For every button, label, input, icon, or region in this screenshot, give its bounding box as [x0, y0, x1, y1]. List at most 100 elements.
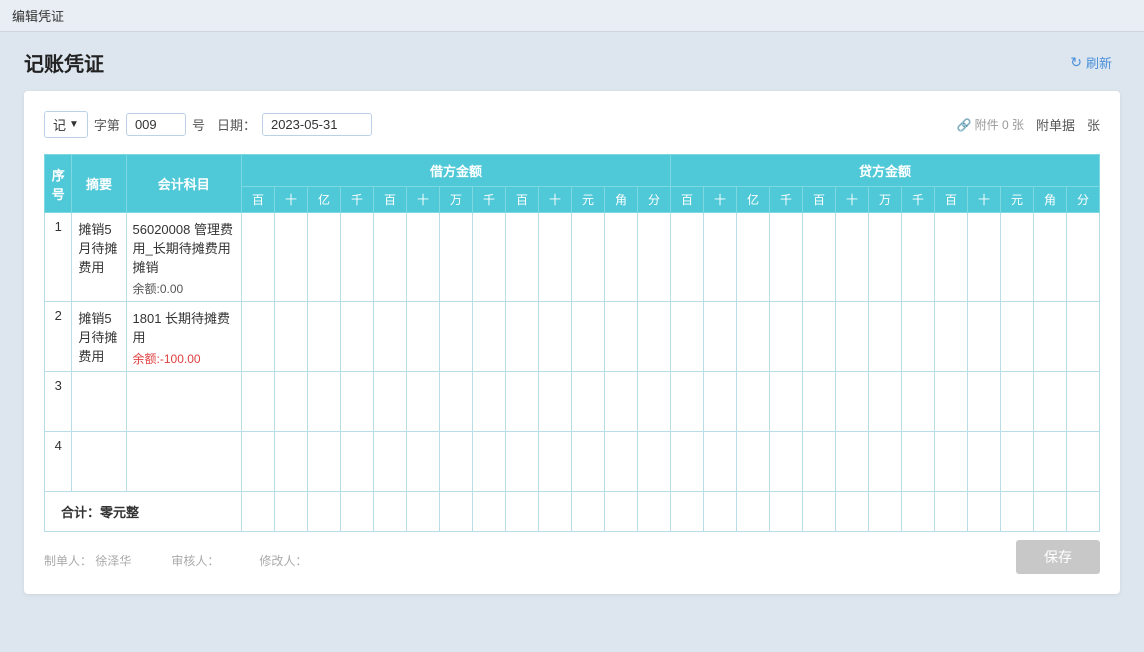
c1[interactable]	[670, 213, 703, 302]
r4c11[interactable]	[1000, 432, 1033, 492]
r4c8[interactable]	[901, 432, 934, 492]
summary-cell[interactable]: 摊销5月待摊费用	[72, 302, 126, 372]
r2c12[interactable]	[1033, 302, 1066, 372]
r2d4[interactable]	[340, 302, 373, 372]
account-cell[interactable]	[126, 372, 241, 432]
r2d1[interactable]	[241, 302, 274, 372]
r2d5[interactable]	[373, 302, 406, 372]
r4d5[interactable]	[373, 432, 406, 492]
attachment-link[interactable]: 🔗 附件 0 张	[957, 116, 1024, 133]
r3d11[interactable]	[571, 372, 604, 432]
number-input[interactable]	[126, 113, 186, 136]
summary-cell[interactable]	[72, 372, 126, 432]
d1[interactable]	[241, 213, 274, 302]
r4d1[interactable]	[241, 432, 274, 492]
d9[interactable]	[505, 213, 538, 302]
r3c2[interactable]	[703, 372, 736, 432]
r4d8[interactable]	[472, 432, 505, 492]
r2c6[interactable]	[835, 302, 868, 372]
r2c3[interactable]	[736, 302, 769, 372]
r4c12[interactable]	[1033, 432, 1066, 492]
r4d6[interactable]	[406, 432, 439, 492]
d4[interactable]	[340, 213, 373, 302]
d3[interactable]	[307, 213, 340, 302]
r4c2[interactable]	[703, 432, 736, 492]
r3c1[interactable]	[670, 372, 703, 432]
r3c3[interactable]	[736, 372, 769, 432]
c8[interactable]	[901, 213, 934, 302]
r2c4[interactable]	[769, 302, 802, 372]
save-button[interactable]: 保存	[1016, 540, 1100, 574]
r2c5[interactable]	[802, 302, 835, 372]
r4c4[interactable]	[769, 432, 802, 492]
r2d3[interactable]	[307, 302, 340, 372]
r4c1[interactable]	[670, 432, 703, 492]
r4c9[interactable]	[934, 432, 967, 492]
r3c6[interactable]	[835, 372, 868, 432]
summary-cell[interactable]: 摊销5月待摊费用	[72, 213, 126, 302]
c10[interactable]	[967, 213, 1000, 302]
r2d11[interactable]	[571, 302, 604, 372]
r3d8[interactable]	[472, 372, 505, 432]
r4d11[interactable]	[571, 432, 604, 492]
r3c12[interactable]	[1033, 372, 1066, 432]
d6[interactable]	[406, 213, 439, 302]
d7[interactable]	[439, 213, 472, 302]
r3d9[interactable]	[505, 372, 538, 432]
r3c9[interactable]	[934, 372, 967, 432]
r4d9[interactable]	[505, 432, 538, 492]
c7[interactable]	[868, 213, 901, 302]
d12[interactable]	[604, 213, 637, 302]
r3d6[interactable]	[406, 372, 439, 432]
r2d12[interactable]	[604, 302, 637, 372]
r4c5[interactable]	[802, 432, 835, 492]
r4d10[interactable]	[538, 432, 571, 492]
r2c10[interactable]	[967, 302, 1000, 372]
r2c8[interactable]	[901, 302, 934, 372]
r3c4[interactable]	[769, 372, 802, 432]
r3d4[interactable]	[340, 372, 373, 432]
r4c7[interactable]	[868, 432, 901, 492]
r3d3[interactable]	[307, 372, 340, 432]
r3c5[interactable]	[802, 372, 835, 432]
r4d3[interactable]	[307, 432, 340, 492]
type-dropdown[interactable]: 记 ▼	[44, 111, 88, 138]
c5[interactable]	[802, 213, 835, 302]
r3d12[interactable]	[604, 372, 637, 432]
c12[interactable]	[1033, 213, 1066, 302]
r2c11[interactable]	[1000, 302, 1033, 372]
r4d2[interactable]	[274, 432, 307, 492]
d11[interactable]	[571, 213, 604, 302]
r3c11[interactable]	[1000, 372, 1033, 432]
d13[interactable]	[637, 213, 670, 302]
r2c1[interactable]	[670, 302, 703, 372]
r3d5[interactable]	[373, 372, 406, 432]
r3c8[interactable]	[901, 372, 934, 432]
date-input[interactable]	[262, 113, 372, 136]
r4d4[interactable]	[340, 432, 373, 492]
r3c13[interactable]	[1066, 372, 1099, 432]
r3d1[interactable]	[241, 372, 274, 432]
r2c7[interactable]	[868, 302, 901, 372]
account-cell[interactable]	[126, 432, 241, 492]
c13[interactable]	[1066, 213, 1099, 302]
account-cell[interactable]: 56020008 管理费用_长期待摊费用摊销 余额:0.00	[126, 213, 241, 302]
r2d13[interactable]	[637, 302, 670, 372]
d5[interactable]	[373, 213, 406, 302]
r2d7[interactable]	[439, 302, 472, 372]
r3d10[interactable]	[538, 372, 571, 432]
d2[interactable]	[274, 213, 307, 302]
r2d6[interactable]	[406, 302, 439, 372]
r2d8[interactable]	[472, 302, 505, 372]
c2[interactable]	[703, 213, 736, 302]
c9[interactable]	[934, 213, 967, 302]
c11[interactable]	[1000, 213, 1033, 302]
r4d7[interactable]	[439, 432, 472, 492]
r2d10[interactable]	[538, 302, 571, 372]
summary-cell[interactable]	[72, 432, 126, 492]
c4[interactable]	[769, 213, 802, 302]
d10[interactable]	[538, 213, 571, 302]
r2c2[interactable]	[703, 302, 736, 372]
r2c9[interactable]	[934, 302, 967, 372]
r4c13[interactable]	[1066, 432, 1099, 492]
